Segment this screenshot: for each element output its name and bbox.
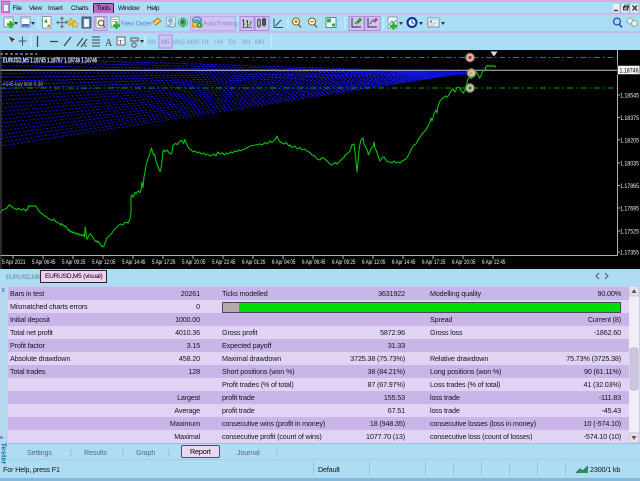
svg-text:New Order: New Order (121, 21, 153, 28)
svg-text:1.17695: 1.17695 (620, 206, 639, 213)
svg-text:#145 buy limit 0.30: #145 buy limit 0.30 (3, 81, 43, 88)
svg-text:EURUSD,M5 1.18745 1.18767 1.1: EURUSD,M5 1.18745 1.18767 1.18738 1.1874… (3, 58, 97, 65)
svg-text:5 Apr 17:25: 5 Apr 17:25 (152, 260, 176, 266)
svg-text:1.18205: 1.18205 (620, 138, 639, 145)
svg-text:1.18375: 1.18375 (620, 115, 639, 122)
svg-text:6 Apr 09:25: 6 Apr 09:25 (332, 260, 356, 266)
svg-text:MN: MN (255, 39, 265, 46)
svg-text:W1: W1 (242, 39, 252, 46)
svg-text:6 Apr 14:45: 6 Apr 14:45 (392, 260, 416, 266)
svg-text:6 Apr 22:45: 6 Apr 22:45 (482, 260, 506, 266)
svg-text:6 Apr 06:45: 6 Apr 06:45 (302, 260, 326, 266)
svg-text:5 Apr 22:45: 5 Apr 22:45 (212, 260, 236, 266)
svg-text:5 Apr 2021: 5 Apr 2021 (2, 260, 26, 266)
svg-text:AutoTrading: AutoTrading (203, 21, 238, 28)
svg-text:M30: M30 (187, 39, 199, 46)
svg-text:6 Apr 04:05: 6 Apr 04:05 (272, 260, 296, 266)
svg-text:A: A (105, 38, 113, 49)
svg-text:1.18545: 1.18545 (620, 93, 639, 100)
svg-text:1.18746: 1.18746 (620, 68, 639, 75)
svg-text:1.17355: 1.17355 (620, 250, 639, 257)
svg-text:D1: D1 (229, 39, 237, 46)
svg-text:6 Apr 01:25: 6 Apr 01:25 (242, 260, 266, 266)
svg-text:1.17525: 1.17525 (620, 229, 639, 236)
svg-text:5 Apr 14:45: 5 Apr 14:45 (122, 260, 146, 266)
svg-text:6 Apr 17:25: 6 Apr 17:25 (422, 260, 446, 266)
svg-text:5 Apr 12:05: 5 Apr 12:05 (92, 260, 116, 266)
svg-text:5 Apr 09:25: 5 Apr 09:25 (62, 260, 86, 266)
svg-text:1.17865: 1.17865 (620, 183, 639, 190)
svg-text:6 Apr 12:05: 6 Apr 12:05 (362, 260, 386, 266)
svg-text:E: E (84, 43, 88, 49)
svg-text:1.18035: 1.18035 (620, 161, 639, 168)
svg-text:5 Apr 06:45: 5 Apr 06:45 (32, 260, 56, 266)
svg-text:6 Apr 20:05: 6 Apr 20:05 (452, 260, 476, 266)
svg-text:T: T (119, 39, 123, 46)
svg-text:M15: M15 (173, 39, 185, 46)
svg-text:5 Apr 20:05: 5 Apr 20:05 (182, 260, 206, 266)
svg-text:H4: H4 (215, 39, 223, 46)
svg-text:H1: H1 (202, 39, 210, 46)
svg-text:M5: M5 (161, 39, 170, 46)
svg-text:M1: M1 (148, 39, 157, 46)
